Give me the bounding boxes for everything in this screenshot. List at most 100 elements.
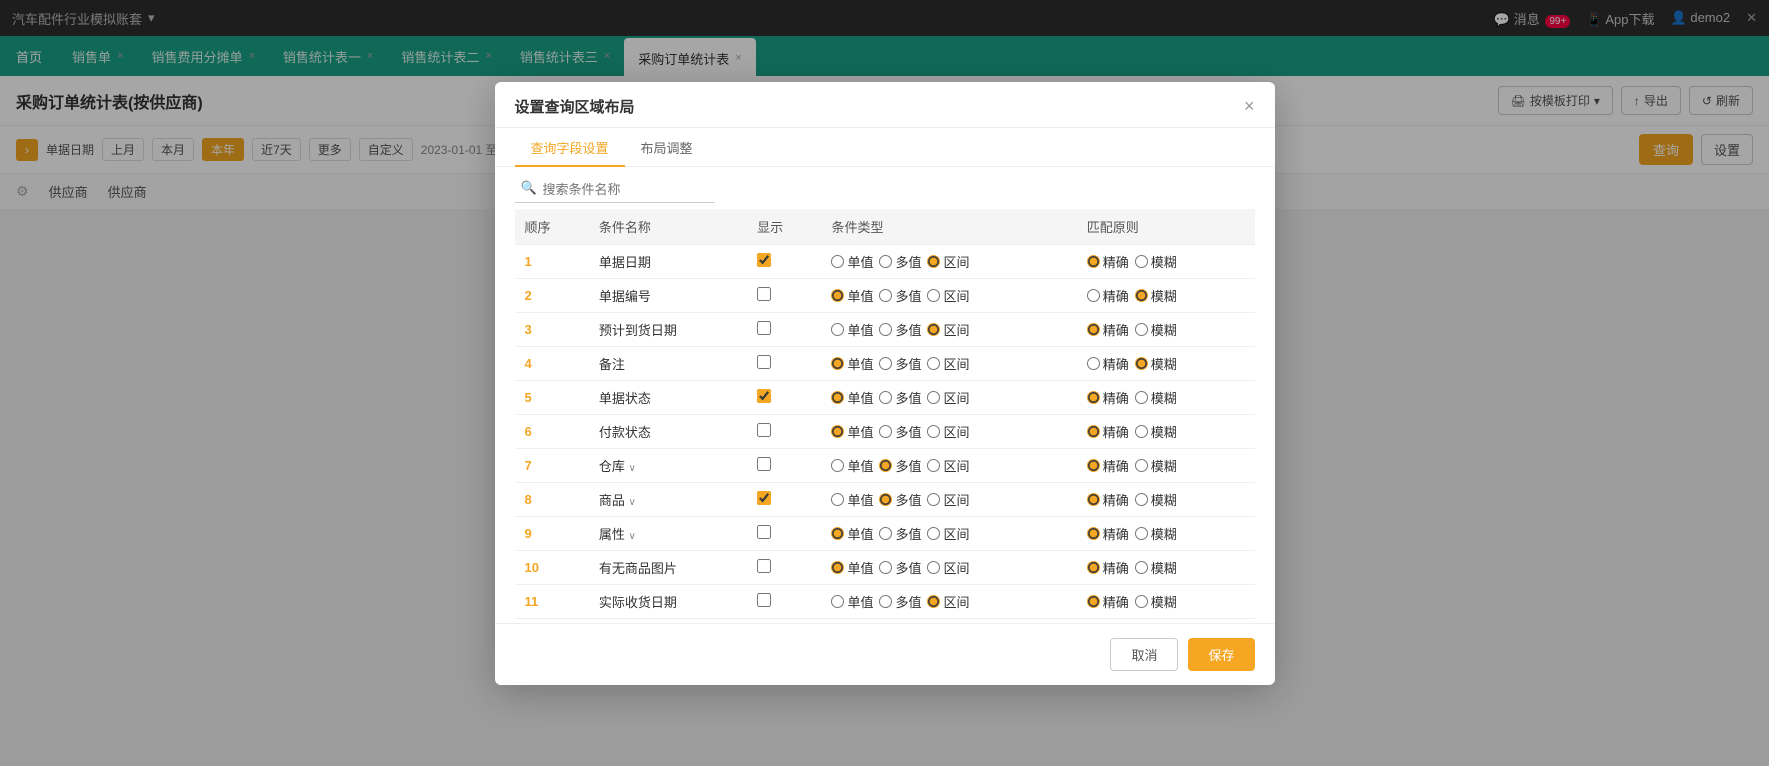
type-option-多值[interactable]: 多值: [879, 422, 921, 441]
type-option-区间[interactable]: 区间: [927, 558, 969, 577]
type-option-单值[interactable]: 单值: [831, 388, 873, 407]
match-option-精确[interactable]: 精确: [1087, 388, 1129, 407]
match-option-模糊[interactable]: 模糊: [1135, 490, 1177, 509]
row-show[interactable]: [747, 516, 821, 550]
type-option-多值[interactable]: 多值: [879, 524, 921, 543]
type-option-多值[interactable]: 多值: [879, 592, 921, 611]
dialog-close-button[interactable]: ×: [1244, 97, 1255, 115]
cancel-button[interactable]: 取消: [1110, 638, 1178, 671]
row-name: 备注: [589, 346, 747, 380]
type-option-区间[interactable]: 区间: [927, 524, 969, 543]
show-checkbox[interactable]: [757, 253, 771, 267]
type-option-区间[interactable]: 区间: [927, 592, 969, 611]
col-type: 条件类型: [821, 209, 1076, 245]
row-show[interactable]: [747, 550, 821, 584]
type-option-多值[interactable]: 多值: [879, 252, 921, 271]
type-option-区间[interactable]: 区间: [927, 354, 969, 373]
match-option-模糊[interactable]: 模糊: [1135, 524, 1177, 543]
tab-query-fields[interactable]: 查询字段设置: [515, 128, 625, 167]
row-show[interactable]: [747, 482, 821, 516]
table-row: 3预计到货日期单值多值区间精确模糊: [515, 312, 1255, 346]
match-option-精确[interactable]: 精确: [1087, 524, 1129, 543]
dialog-footer: 取消 保存: [495, 623, 1275, 685]
match-option-模糊[interactable]: 模糊: [1135, 388, 1177, 407]
type-option-单值[interactable]: 单值: [831, 354, 873, 373]
row-match: 精确模糊: [1077, 380, 1255, 414]
show-checkbox[interactable]: [757, 389, 771, 403]
type-option-单值[interactable]: 单值: [831, 490, 873, 509]
type-option-单值[interactable]: 单值: [831, 252, 873, 271]
show-checkbox[interactable]: [757, 321, 771, 335]
type-option-单值[interactable]: 单值: [831, 592, 873, 611]
match-option-模糊[interactable]: 模糊: [1135, 558, 1177, 577]
match-option-精确[interactable]: 精确: [1087, 558, 1129, 577]
show-checkbox[interactable]: [757, 287, 771, 301]
type-option-单值[interactable]: 单值: [831, 558, 873, 577]
match-option-模糊[interactable]: 模糊: [1135, 320, 1177, 339]
show-checkbox[interactable]: [757, 559, 771, 573]
match-option-模糊[interactable]: 模糊: [1135, 592, 1177, 611]
table-row: 2单据编号单值多值区间精确模糊: [515, 278, 1255, 312]
dialog-table-wrap: 顺序 条件名称 显示 条件类型 匹配原则 1单据日期单值多值区间精确模糊2单据编…: [495, 209, 1275, 619]
row-name: 有无商品图片: [589, 550, 747, 584]
type-option-单值[interactable]: 单值: [831, 320, 873, 339]
type-option-多值[interactable]: 多值: [879, 388, 921, 407]
match-option-模糊[interactable]: 模糊: [1135, 422, 1177, 441]
match-option-精确[interactable]: 精确: [1087, 490, 1129, 509]
row-show[interactable]: [747, 244, 821, 278]
type-option-多值[interactable]: 多值: [879, 354, 921, 373]
row-type: 单值多值区间: [821, 414, 1076, 448]
type-option-区间[interactable]: 区间: [927, 456, 969, 475]
row-match: 精确模糊: [1077, 414, 1255, 448]
match-option-精确[interactable]: 精确: [1087, 422, 1129, 441]
match-option-精确[interactable]: 精确: [1087, 592, 1129, 611]
row-show[interactable]: [747, 584, 821, 618]
row-show[interactable]: [747, 346, 821, 380]
conditions-table: 顺序 条件名称 显示 条件类型 匹配原则 1单据日期单值多值区间精确模糊2单据编…: [515, 209, 1255, 619]
row-show[interactable]: [747, 448, 821, 482]
type-option-区间[interactable]: 区间: [927, 320, 969, 339]
row-show[interactable]: [747, 278, 821, 312]
row-show[interactable]: [747, 312, 821, 346]
type-option-多值[interactable]: 多值: [879, 286, 921, 305]
row-show[interactable]: [747, 380, 821, 414]
show-checkbox[interactable]: [757, 423, 771, 437]
type-option-单值[interactable]: 单值: [831, 524, 873, 543]
match-option-精确[interactable]: 精确: [1087, 320, 1129, 339]
search-input[interactable]: [515, 177, 715, 203]
show-checkbox[interactable]: [757, 355, 771, 369]
match-option-模糊[interactable]: 模糊: [1135, 456, 1177, 475]
row-match: 精确模糊: [1077, 550, 1255, 584]
row-name: 商品 ∨: [589, 482, 747, 516]
row-name: 单据状态: [589, 380, 747, 414]
type-option-区间[interactable]: 区间: [927, 252, 969, 271]
tab-layout-adjust[interactable]: 布局调整: [625, 128, 709, 167]
show-checkbox[interactable]: [757, 525, 771, 539]
type-option-多值[interactable]: 多值: [879, 490, 921, 509]
match-option-精确[interactable]: 精确: [1087, 456, 1129, 475]
type-option-单值[interactable]: 单值: [831, 456, 873, 475]
table-row: 5单据状态单值多值区间精确模糊: [515, 380, 1255, 414]
row-name: 单据编号: [589, 278, 747, 312]
show-checkbox[interactable]: [757, 593, 771, 607]
type-option-区间[interactable]: 区间: [927, 286, 969, 305]
match-option-精确[interactable]: 精确: [1087, 286, 1129, 305]
match-option-模糊[interactable]: 模糊: [1135, 286, 1177, 305]
match-option-模糊[interactable]: 模糊: [1135, 354, 1177, 373]
row-match: 精确模糊: [1077, 516, 1255, 550]
save-button[interactable]: 保存: [1188, 638, 1254, 671]
match-option-精确[interactable]: 精确: [1087, 252, 1129, 271]
type-option-多值[interactable]: 多值: [879, 320, 921, 339]
show-checkbox[interactable]: [757, 457, 771, 471]
type-option-多值[interactable]: 多值: [879, 456, 921, 475]
type-option-多值[interactable]: 多值: [879, 558, 921, 577]
match-option-模糊[interactable]: 模糊: [1135, 252, 1177, 271]
type-option-区间[interactable]: 区间: [927, 490, 969, 509]
show-checkbox[interactable]: [757, 491, 771, 505]
type-option-单值[interactable]: 单值: [831, 286, 873, 305]
match-option-精确[interactable]: 精确: [1087, 354, 1129, 373]
type-option-区间[interactable]: 区间: [927, 422, 969, 441]
type-option-单值[interactable]: 单值: [831, 422, 873, 441]
type-option-区间[interactable]: 区间: [927, 388, 969, 407]
row-show[interactable]: [747, 414, 821, 448]
